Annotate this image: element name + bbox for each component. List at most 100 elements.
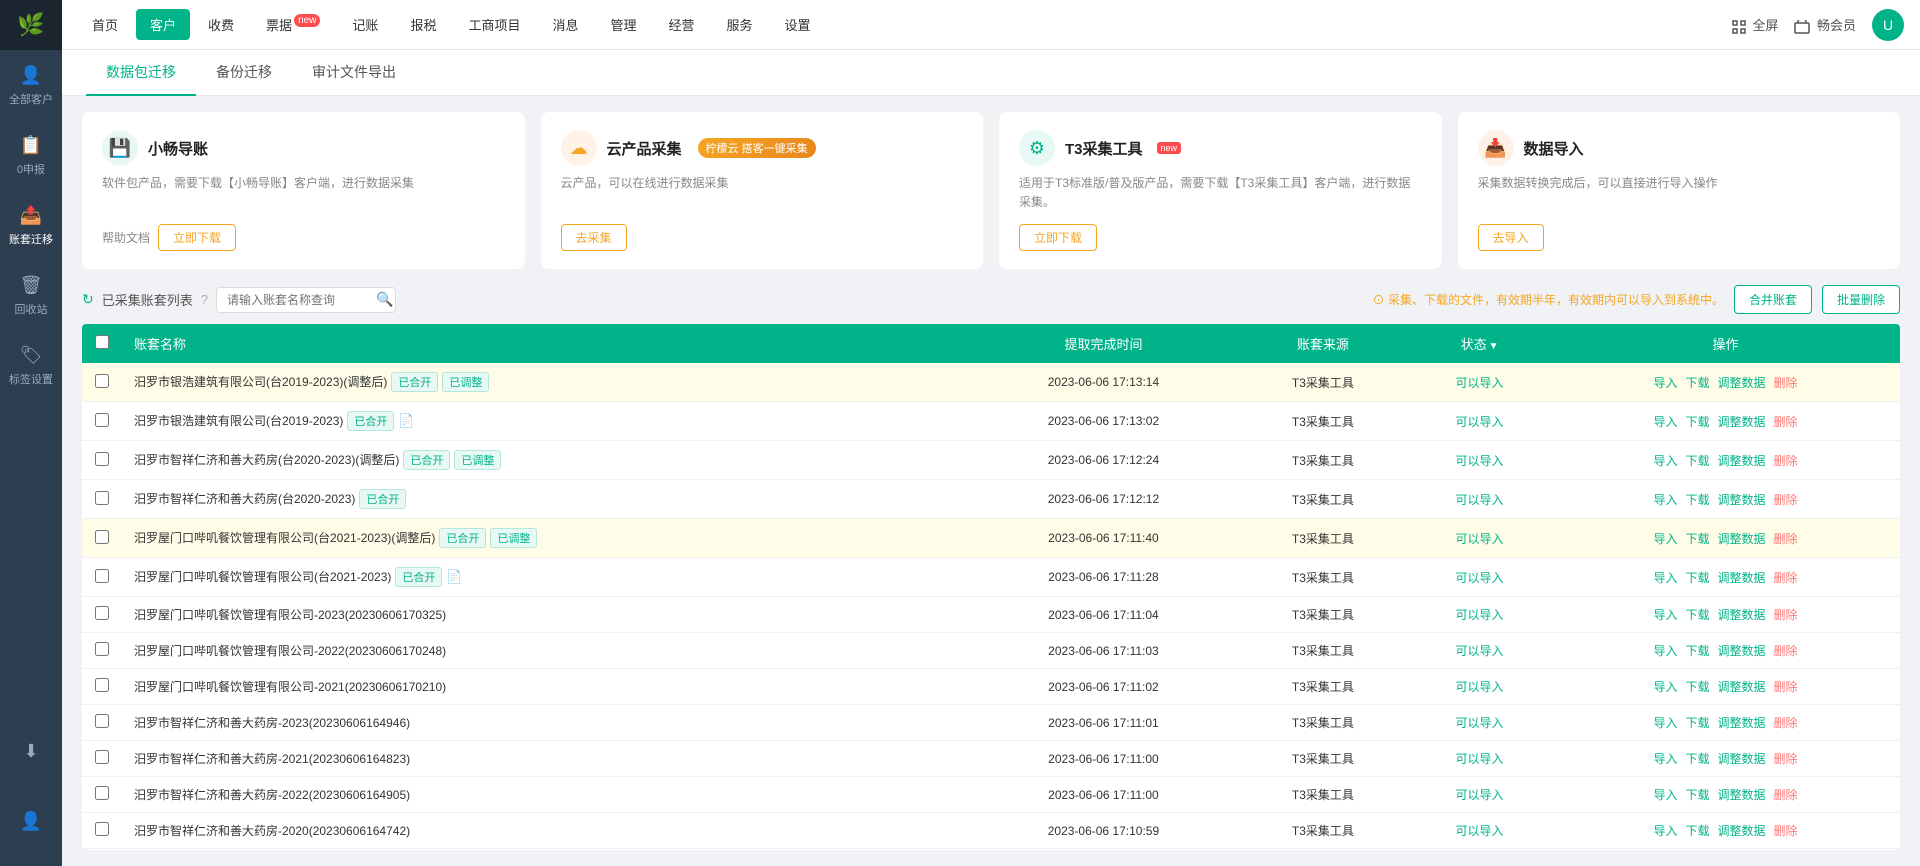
download-link[interactable]: 下载: [1681, 493, 1713, 507]
row-checkbox[interactable]: [95, 786, 109, 800]
delete-link[interactable]: 删除: [1769, 608, 1801, 622]
row-checkbox[interactable]: [95, 452, 109, 466]
row-checkbox[interactable]: [95, 569, 109, 583]
row-checkbox[interactable]: [95, 714, 109, 728]
delete-link[interactable]: 删除: [1769, 532, 1801, 546]
search-button[interactable]: 🔍: [376, 291, 393, 308]
subtab-audit-export[interactable]: 审计文件导出: [292, 50, 416, 96]
row-checkbox[interactable]: [95, 678, 109, 692]
row-checkbox[interactable]: [95, 750, 109, 764]
adjust-link[interactable]: 调整数据: [1713, 716, 1769, 730]
import-link[interactable]: 导入: [1649, 644, 1681, 658]
row-checkbox[interactable]: [95, 642, 109, 656]
import-link[interactable]: 导入: [1649, 454, 1681, 468]
select-all-checkbox[interactable]: [95, 335, 109, 349]
adjust-link[interactable]: 调整数据: [1713, 454, 1769, 468]
delete-link[interactable]: 删除: [1769, 376, 1801, 390]
sidebar-item-zero-report[interactable]: 📋 0申报: [0, 120, 62, 190]
card-import-btn[interactable]: 去导入: [1478, 224, 1544, 251]
delete-link[interactable]: 删除: [1769, 454, 1801, 468]
refresh-icon[interactable]: ↻: [82, 291, 94, 308]
batch-delete-btn[interactable]: 批量删除: [1822, 285, 1900, 314]
adjust-link[interactable]: 调整数据: [1713, 493, 1769, 507]
nav-operations[interactable]: 经营: [655, 9, 709, 40]
download-link[interactable]: 下载: [1681, 644, 1713, 658]
download-link[interactable]: 下载: [1681, 824, 1713, 838]
nav-bookkeeping[interactable]: 记账: [338, 9, 392, 40]
download-link[interactable]: 下载: [1681, 571, 1713, 585]
nav-service[interactable]: 服务: [713, 9, 767, 40]
import-link[interactable]: 导入: [1649, 571, 1681, 585]
download-link[interactable]: 下载: [1681, 608, 1713, 622]
adjust-link[interactable]: 调整数据: [1713, 644, 1769, 658]
fullscreen-btn[interactable]: 全屏: [1732, 15, 1779, 34]
sidebar-item-download[interactable]: ⬇: [0, 716, 62, 786]
sidebar-item-recycle[interactable]: 🗑 回收站: [0, 260, 62, 330]
card-collect-btn[interactable]: 去采集: [561, 224, 627, 251]
adjust-link[interactable]: 调整数据: [1713, 788, 1769, 802]
delete-link[interactable]: 删除: [1769, 571, 1801, 585]
sidebar-item-account-transfer[interactable]: 📤 账套迁移: [0, 190, 62, 260]
delete-link[interactable]: 删除: [1769, 824, 1801, 838]
adjust-link[interactable]: 调整数据: [1713, 571, 1769, 585]
download-link[interactable]: 下载: [1681, 532, 1713, 546]
import-link[interactable]: 导入: [1649, 680, 1681, 694]
import-link[interactable]: 导入: [1649, 824, 1681, 838]
delete-link[interactable]: 删除: [1769, 493, 1801, 507]
row-checkbox[interactable]: [95, 491, 109, 505]
sidebar-item-user[interactable]: 👤: [0, 786, 62, 856]
download-link[interactable]: 下载: [1681, 680, 1713, 694]
adjust-link[interactable]: 调整数据: [1713, 752, 1769, 766]
help-icon[interactable]: ?: [201, 292, 208, 307]
import-link[interactable]: 导入: [1649, 532, 1681, 546]
subtab-data-migration[interactable]: 数据包迁移: [86, 50, 196, 96]
import-link[interactable]: 导入: [1649, 493, 1681, 507]
nav-home[interactable]: 首页: [78, 9, 132, 40]
row-checkbox[interactable]: [95, 606, 109, 620]
merge-btn[interactable]: 合并账套: [1734, 285, 1812, 314]
nav-business[interactable]: 工商项目: [454, 9, 534, 40]
user-avatar[interactable]: U: [1872, 9, 1904, 41]
delete-link[interactable]: 删除: [1769, 752, 1801, 766]
import-link[interactable]: 导入: [1649, 752, 1681, 766]
row-checkbox[interactable]: [95, 822, 109, 836]
import-link[interactable]: 导入: [1649, 716, 1681, 730]
nav-settings[interactable]: 设置: [771, 9, 825, 40]
row-checkbox[interactable]: [95, 374, 109, 388]
card-download-btn[interactable]: 立即下载: [158, 224, 236, 251]
nav-billing[interactable]: 收费: [194, 9, 248, 40]
subtab-backup-migration[interactable]: 备份迁移: [196, 50, 292, 96]
delete-link[interactable]: 删除: [1769, 680, 1801, 694]
card-t3-download-btn[interactable]: 立即下载: [1019, 224, 1097, 251]
member-btn[interactable]: 畅会员: [1794, 15, 1856, 34]
adjust-link[interactable]: 调整数据: [1713, 824, 1769, 838]
adjust-link[interactable]: 调整数据: [1713, 415, 1769, 429]
import-link[interactable]: 导入: [1649, 376, 1681, 390]
import-link[interactable]: 导入: [1649, 608, 1681, 622]
download-link[interactable]: 下载: [1681, 788, 1713, 802]
delete-link[interactable]: 删除: [1769, 644, 1801, 658]
adjust-link[interactable]: 调整数据: [1713, 532, 1769, 546]
search-input[interactable]: [216, 287, 396, 313]
import-link[interactable]: 导入: [1649, 415, 1681, 429]
file-icon[interactable]: 📄: [398, 413, 414, 428]
delete-link[interactable]: 删除: [1769, 716, 1801, 730]
nav-tax[interactable]: 报税: [396, 9, 450, 40]
download-link[interactable]: 下载: [1681, 454, 1713, 468]
download-link[interactable]: 下载: [1681, 752, 1713, 766]
nav-invoice[interactable]: 票据new: [252, 9, 334, 40]
sidebar-item-all-clients[interactable]: 👤 全部客户: [0, 50, 62, 120]
row-checkbox[interactable]: [95, 530, 109, 544]
adjust-link[interactable]: 调整数据: [1713, 608, 1769, 622]
download-link[interactable]: 下载: [1681, 415, 1713, 429]
file-icon[interactable]: 📄: [446, 569, 462, 584]
adjust-link[interactable]: 调整数据: [1713, 680, 1769, 694]
adjust-link[interactable]: 调整数据: [1713, 376, 1769, 390]
nav-management[interactable]: 管理: [596, 9, 650, 40]
download-link[interactable]: 下载: [1681, 376, 1713, 390]
nav-clients[interactable]: 客户: [136, 9, 190, 40]
delete-link[interactable]: 删除: [1769, 415, 1801, 429]
sidebar-item-tag-settings[interactable]: 🏷 标签设置: [0, 330, 62, 400]
delete-link[interactable]: 删除: [1769, 788, 1801, 802]
row-checkbox[interactable]: [95, 413, 109, 427]
